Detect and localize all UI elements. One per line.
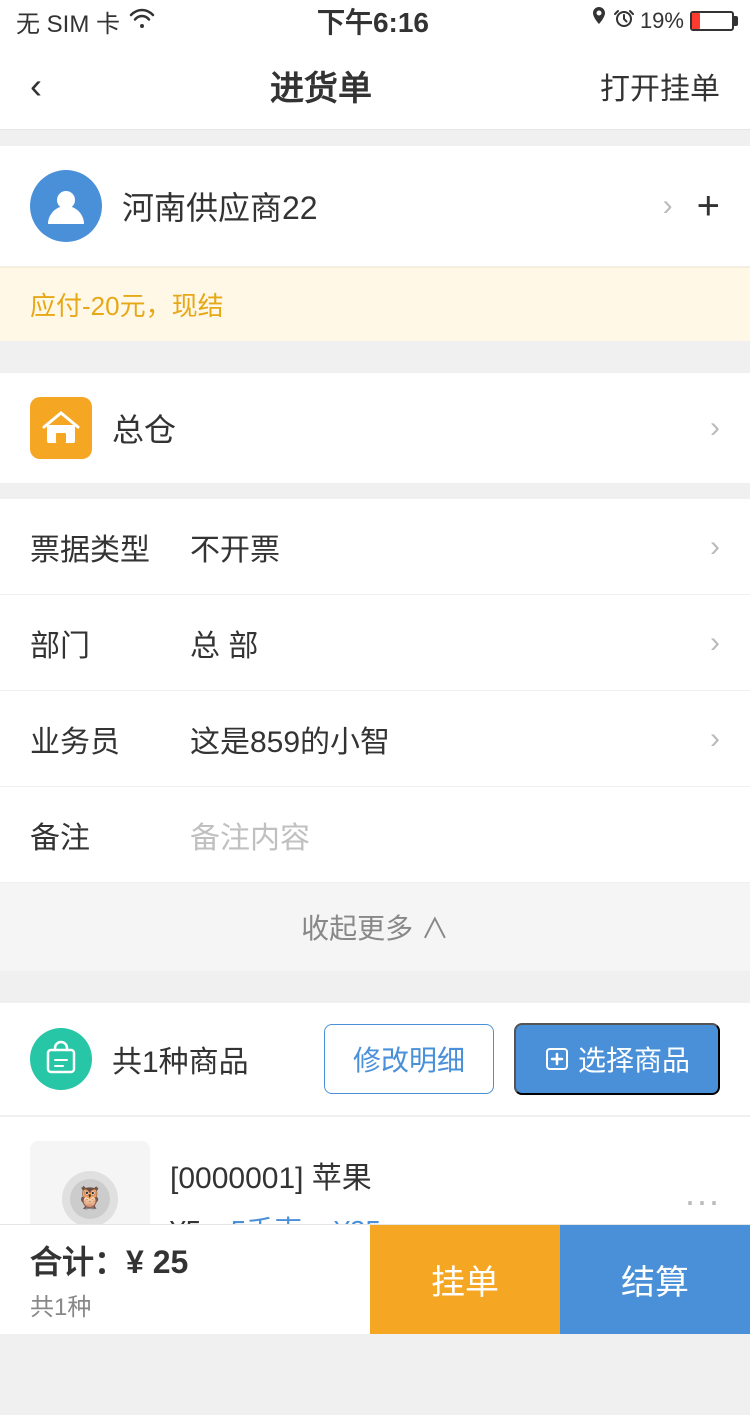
salesman-value: 这是859的小智 bbox=[170, 717, 710, 761]
open-pending-button[interactable]: 打开挂单 bbox=[600, 64, 720, 108]
products-icon bbox=[30, 1028, 92, 1090]
products-count: 共1种商品 bbox=[112, 1037, 304, 1081]
location-icon bbox=[590, 7, 608, 35]
salesman-chevron-icon: › bbox=[710, 722, 720, 756]
status-time: 下午6:16 bbox=[317, 1, 429, 41]
edit-detail-button[interactable]: 修改明细 bbox=[324, 1024, 494, 1094]
supplier-avatar bbox=[30, 170, 102, 242]
status-right: 19% bbox=[590, 7, 734, 35]
product-code: [0000001] bbox=[170, 1162, 312, 1195]
select-product-label: 选择商品 bbox=[578, 1039, 690, 1079]
warehouse-section[interactable]: 总仓 › bbox=[0, 373, 750, 483]
supplier-name[interactable]: 河南供应商22 bbox=[122, 183, 663, 229]
department-value: 总 部 bbox=[170, 621, 710, 665]
page-title: 进货单 bbox=[270, 61, 372, 110]
warehouse-name: 总仓 bbox=[112, 405, 710, 451]
supplier-chevron-icon: › bbox=[663, 189, 673, 223]
supplier-section: 河南供应商22 › + bbox=[0, 146, 750, 267]
add-button[interactable]: + bbox=[697, 184, 720, 229]
warehouse-chevron-icon: › bbox=[710, 411, 720, 445]
total-label: 合计： bbox=[30, 1244, 126, 1280]
bottom-bar: 合计：¥ 25 共1种 挂单 结算 bbox=[0, 1224, 750, 1334]
status-left: 无 SIM 卡 bbox=[16, 4, 156, 39]
department-label: 部门 bbox=[30, 621, 170, 665]
department-chevron-icon: › bbox=[710, 626, 720, 660]
remark-input[interactable]: 备注内容 bbox=[170, 813, 720, 857]
invoice-type-value: 不开票 bbox=[170, 525, 710, 569]
product-title: 苹果 bbox=[312, 1162, 372, 1195]
collapse-button[interactable]: 收起更多 ∧ bbox=[0, 883, 750, 971]
alarm-icon bbox=[614, 8, 634, 34]
total-value: ¥ 25 bbox=[126, 1244, 188, 1280]
products-header: 共1种商品 修改明细 选择商品 bbox=[0, 1003, 750, 1115]
collapse-label: 收起更多 ∧ bbox=[301, 907, 449, 947]
nav-bar: ‹ 进货单 打开挂单 bbox=[0, 42, 750, 130]
battery-percent: 19% bbox=[640, 8, 684, 34]
back-button[interactable]: ‹ bbox=[30, 65, 42, 107]
invoice-type-row[interactable]: 票据类型 不开票 › bbox=[0, 499, 750, 595]
warehouse-icon bbox=[30, 397, 92, 459]
product-name: [0000001] 苹果 bbox=[170, 1153, 664, 1197]
salesman-label: 业务员 bbox=[30, 717, 170, 761]
battery-icon bbox=[690, 11, 734, 31]
notice-bar: 应付-20元，现结 bbox=[0, 267, 750, 341]
notice-text: 应付-20元，现结 bbox=[30, 291, 224, 321]
wifi-icon bbox=[128, 7, 156, 35]
select-product-button[interactable]: 选择商品 bbox=[514, 1023, 720, 1095]
product-more-button[interactable]: ··· bbox=[684, 1180, 720, 1222]
remark-row[interactable]: 备注 备注内容 bbox=[0, 787, 750, 883]
status-bar: 无 SIM 卡 下午6:16 19% bbox=[0, 0, 750, 42]
supplier-actions: › + bbox=[663, 184, 720, 229]
pending-button[interactable]: 挂单 bbox=[370, 1225, 560, 1334]
total-section: 合计：¥ 25 共1种 bbox=[0, 1225, 370, 1334]
checkout-button[interactable]: 结算 bbox=[560, 1225, 750, 1334]
svg-text:🦉: 🦉 bbox=[76, 1185, 103, 1210]
carrier-label: 无 SIM 卡 bbox=[16, 4, 120, 39]
salesman-row[interactable]: 业务员 这是859的小智 › bbox=[0, 691, 750, 787]
department-row[interactable]: 部门 总 部 › bbox=[0, 595, 750, 691]
total-amount: 合计：¥ 25 bbox=[30, 1237, 340, 1283]
total-count: 共1种 bbox=[30, 1287, 340, 1322]
invoice-chevron-icon: › bbox=[710, 530, 720, 564]
remark-label: 备注 bbox=[30, 813, 170, 857]
invoice-type-label: 票据类型 bbox=[30, 525, 170, 569]
